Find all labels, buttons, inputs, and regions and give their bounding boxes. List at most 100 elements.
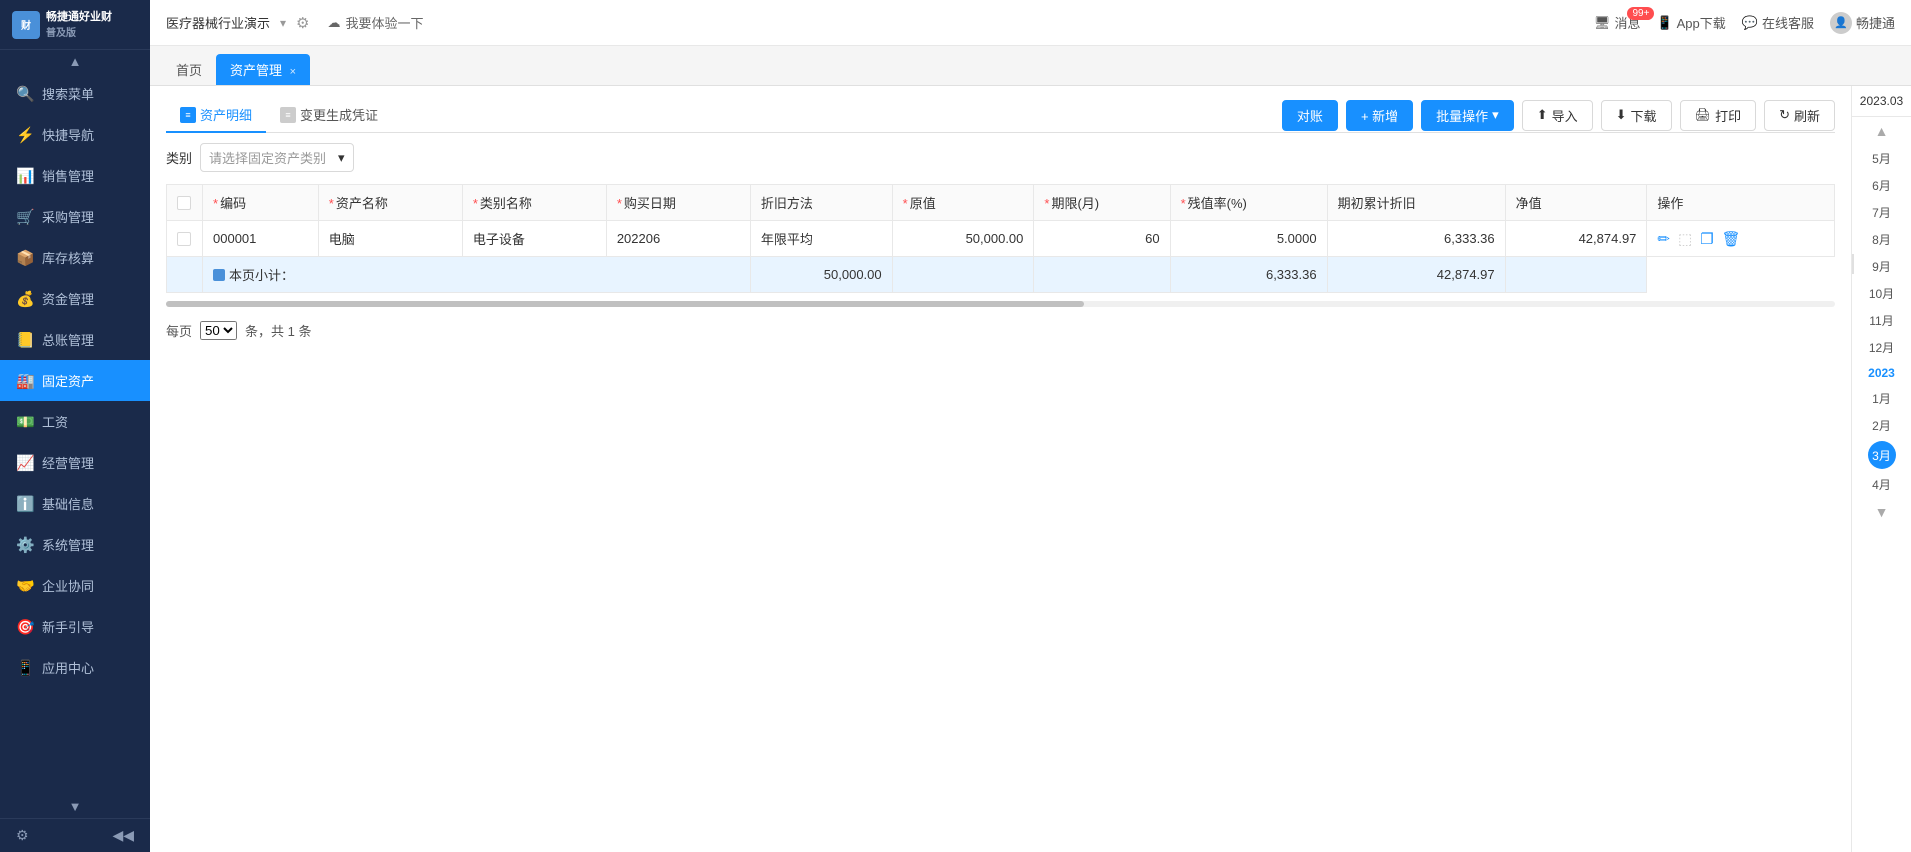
sidebar-item-label: 资金管理 [42, 289, 94, 308]
sidebar-item-newbie[interactable]: 🎯 新手引导 [0, 606, 150, 647]
sidebar-item-enterprise[interactable]: 🤝 企业协同 [0, 565, 150, 606]
sidebar-item-app-center[interactable]: 📱 应用中心 [0, 647, 150, 688]
calendar-month-3-active[interactable]: 3月 [1868, 441, 1896, 469]
app-logo: 财 畅捷通好业财 普及版 [0, 0, 150, 50]
ledger-icon: 📒 [16, 331, 34, 349]
sidebar-item-label: 企业协同 [42, 576, 94, 595]
subtotal-net-value: 42,874.97 [1327, 257, 1505, 293]
batch-ops-btn[interactable]: 批量操作 ▾ [1421, 100, 1514, 131]
tab-close-btn[interactable]: × [290, 66, 296, 78]
sidebar-item-inventory[interactable]: 📦 库存核算 [0, 237, 150, 278]
sidebar-item-system[interactable]: ⚙️ 系统管理 [0, 524, 150, 565]
col-actions: 操作 [1647, 185, 1835, 221]
sidebar-bottom: ⚙ ◀◀ [0, 818, 150, 852]
sidebar-item-quicknav[interactable]: ⚡ 快捷导航 [0, 114, 150, 155]
topbar: 医疗器械行业演示 ▾ ⚙ ☁ 我要体验一下 🖥 消息 99+ 📱 App下载 💬… [150, 0, 1911, 46]
col-category: *类别名称 [462, 185, 606, 221]
sub-tab-change-voucher[interactable]: ≡ 变更生成凭证 [266, 98, 392, 133]
calendar-month-7[interactable]: 7月 [1852, 199, 1911, 226]
calendar-month-12[interactable]: 12月 [1852, 334, 1911, 361]
newbie-icon: 🎯 [16, 618, 34, 636]
right-panel-toggle-btn[interactable]: ◀ [1851, 254, 1854, 274]
service-btn[interactable]: 💬 在线客服 [1742, 13, 1814, 32]
calendar-month-9[interactable]: 9月 [1852, 253, 1911, 280]
calendar-year-month[interactable]: 2023.03 [1852, 86, 1911, 117]
notice-btn[interactable]: 🖥 消息 99+ [1594, 13, 1641, 32]
calendar-scroll-down[interactable]: ▼ [1869, 498, 1895, 526]
tab-asset-management[interactable]: 资产管理 × [216, 54, 310, 85]
download-label: 下载 [1631, 106, 1657, 125]
select-all-header[interactable] [167, 185, 203, 221]
calendar-month-10[interactable]: 10月 [1852, 280, 1911, 307]
calendar-month-4[interactable]: 4月 [1852, 471, 1911, 498]
edit-icon[interactable]: ✏ [1657, 230, 1670, 248]
calendar-month-11[interactable]: 11月 [1852, 307, 1911, 334]
main-area: 医疗器械行业演示 ▾ ⚙ ☁ 我要体验一下 🖥 消息 99+ 📱 App下载 💬… [150, 0, 1911, 852]
category-dropdown-icon: ▾ [338, 150, 345, 166]
sidebar-item-operations[interactable]: 📈 经营管理 [0, 442, 150, 483]
calendar-month-2[interactable]: 2月 [1852, 412, 1911, 439]
duplicate-icon[interactable]: ❐ [1700, 230, 1713, 248]
sidebar-item-search[interactable]: 🔍 搜索菜单 [0, 73, 150, 114]
row-checkbox-cell[interactable] [167, 221, 203, 257]
subtotal-actions-empty [1505, 257, 1647, 293]
import-btn[interactable]: ⬆ 导入 [1522, 100, 1593, 131]
copy-icon[interactable]: ⬚ [1678, 230, 1692, 248]
select-all-checkbox[interactable] [177, 196, 191, 210]
delete-icon[interactable]: 🗑 [1722, 230, 1741, 248]
collapse-icon[interactable]: ◀◀ [112, 827, 134, 844]
purchase-icon: 🛒 [16, 208, 34, 226]
row-name: 电脑 [318, 221, 462, 257]
per-page-select[interactable]: 50 [200, 321, 237, 340]
print-btn[interactable]: 🖨 打印 [1680, 100, 1757, 131]
sidebar-item-payroll[interactable]: 💵 工资 [0, 401, 150, 442]
app-download-icon: 📱 [1656, 15, 1672, 31]
row-period: 60 [1034, 221, 1170, 257]
app-center-icon: 📱 [16, 659, 34, 677]
system-icon: ⚙️ [16, 536, 34, 554]
settings-gear-icon[interactable]: ⚙ [296, 14, 309, 32]
enterprise-icon: 🤝 [16, 577, 34, 595]
sidebar-item-fixed-assets[interactable]: 🏭 固定资产 [0, 360, 150, 401]
calendar-month-6[interactable]: 6月 [1852, 172, 1911, 199]
experience-area: ☁ 我要体验一下 [328, 13, 424, 32]
row-actions: ✏ ⬚ ❐ 🗑 [1647, 221, 1835, 257]
calendar-month-8[interactable]: 8月 [1852, 226, 1911, 253]
sub-tab-asset-detail[interactable]: ≡ 资产明细 [166, 98, 266, 133]
row-checkbox[interactable] [177, 232, 191, 246]
col-depreciation-method: 折旧方法 [750, 185, 892, 221]
col-accumulated-dep: 期初累计折旧 [1327, 185, 1505, 221]
sidebar-item-funds[interactable]: 💰 资金管理 [0, 278, 150, 319]
calendar-scroll-up[interactable]: ▲ [1869, 117, 1895, 145]
app-edition: 普及版 [46, 24, 112, 39]
calendar-year-label[interactable]: 2023 [1852, 361, 1911, 385]
experience-cloud-icon: ☁ [328, 15, 341, 31]
sidebar-scroll-up[interactable]: ▲ [0, 50, 150, 73]
user-btn[interactable]: 👤 畅捷通 [1830, 12, 1895, 34]
sidebar-item-purchase[interactable]: 🛒 采购管理 [0, 196, 150, 237]
sales-icon: 📊 [16, 167, 34, 185]
category-select[interactable]: 请选择固定资产类别 ▾ [200, 143, 354, 172]
user-avatar-icon: 👤 [1830, 12, 1852, 34]
new-btn[interactable]: + 新增 [1346, 100, 1413, 131]
sidebar-item-label: 应用中心 [42, 658, 94, 677]
calendar-month-5[interactable]: 5月 [1852, 145, 1911, 172]
subtotal-empty-1 [167, 257, 203, 293]
sidebar-item-ledger[interactable]: 📒 总账管理 [0, 319, 150, 360]
tab-home[interactable]: 首页 [166, 54, 212, 85]
settings-icon[interactable]: ⚙ [16, 827, 29, 844]
sidebar-item-label: 经营管理 [42, 453, 94, 472]
sidebar-scroll-down[interactable]: ▼ [0, 795, 150, 818]
app-download-btn[interactable]: 📱 App下载 [1656, 13, 1725, 32]
sidebar-item-label: 固定资产 [42, 371, 94, 390]
import-icon: ⬆ [1537, 107, 1548, 123]
refresh-btn[interactable]: ↻ 刷新 [1764, 100, 1835, 131]
sidebar-item-sales[interactable]: 📊 销售管理 [0, 155, 150, 196]
table-scrollbar[interactable] [166, 301, 1835, 307]
download-btn[interactable]: ⬇ 下载 [1601, 100, 1672, 131]
calendar-month-1[interactable]: 1月 [1852, 385, 1911, 412]
sidebar-item-basic-info[interactable]: ℹ️ 基础信息 [0, 483, 150, 524]
experience-label[interactable]: 我要体验一下 [346, 13, 424, 32]
company-dropdown-icon[interactable]: ▾ [280, 16, 286, 30]
reconcile-btn[interactable]: 对账 [1282, 100, 1338, 131]
